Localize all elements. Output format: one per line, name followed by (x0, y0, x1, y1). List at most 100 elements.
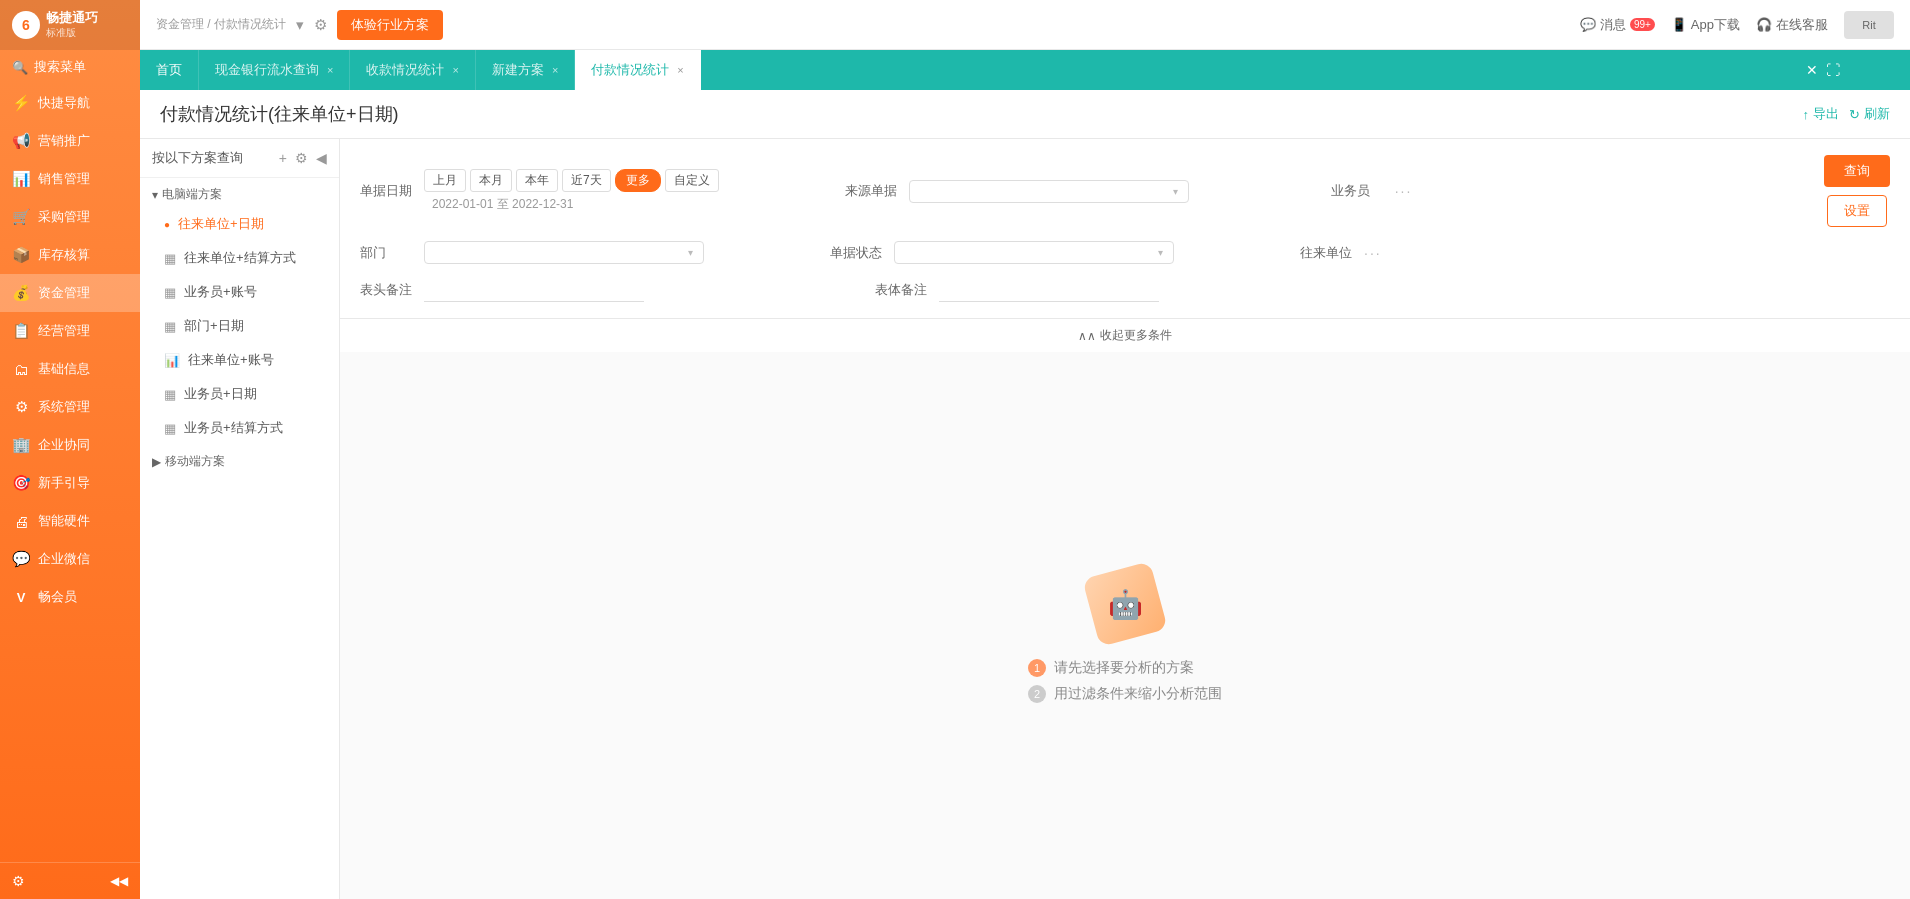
date-btn-this-year[interactable]: 本年 (516, 169, 558, 192)
finance-icon: 💰 (12, 284, 30, 302)
app-download-btn[interactable]: 📱 App下载 (1671, 16, 1740, 34)
filter-date-cell: 单据日期 上月 本月 本年 近7天 更多 自定义 2022-01-01 至 20… (360, 169, 829, 213)
sidebar-logo: 6 畅捷通巧 标准版 (0, 0, 140, 50)
panel-add-btn[interactable]: + (279, 150, 287, 166)
sidebar-footer: ⚙ ◀◀ (0, 862, 140, 899)
plan-icon-5: 📊 (164, 353, 180, 368)
empty-state: 🤖 1 请先选择要分析的方案 2 用过滤条件来缩小分析范围 (340, 352, 1910, 899)
tab-close-bank-flow[interactable]: × (327, 64, 333, 76)
sidebar-item-wechat[interactable]: 💬 企业微信 (0, 540, 140, 578)
sidebar-nav: ⚡ 快捷导航 📢 营销推广 📊 销售管理 🛒 采购管理 📦 库存核算 💰 资金管… (0, 84, 140, 862)
empty-hint-1: 1 请先选择要分析的方案 (1028, 659, 1222, 677)
sidebar-item-quick-nav[interactable]: ⚡ 快捷导航 (0, 84, 140, 122)
date-btn-more[interactable]: 更多 (615, 169, 661, 192)
sidebar-item-operation[interactable]: 📋 经营管理 (0, 312, 140, 350)
tab-home[interactable]: 首页 (140, 50, 199, 90)
sidebar-search[interactable]: 🔍 搜索菜单 (0, 50, 140, 84)
sidebar-item-marketing[interactable]: 📢 营销推广 (0, 122, 140, 160)
sidebar-item-sales[interactable]: 📊 销售管理 (0, 160, 140, 198)
sidebar-item-base-info[interactable]: 🗂 基础信息 (0, 350, 140, 388)
base-info-icon: 🗂 (12, 361, 30, 378)
filter-row-3: 表头备注 表体备注 (360, 278, 1890, 302)
status-label: 单据状态 (830, 244, 886, 262)
staff-select-btn[interactable]: ··· (1395, 183, 1413, 199)
app-subtitle: 标准版 (46, 26, 98, 40)
plan-icon-3: ▦ (164, 285, 176, 300)
operation-icon: 📋 (12, 322, 30, 340)
plan-item-staff-date[interactable]: ▦ 业务员+日期 (140, 377, 339, 411)
guide-icon: 🎯 (12, 474, 30, 492)
active-plan-icon: ● (164, 219, 170, 230)
sidebar-item-vip[interactable]: V 畅会员 (0, 578, 140, 616)
status-select[interactable]: ▾ (894, 241, 1174, 264)
panel-settings-btn[interactable]: ⚙ (295, 150, 308, 166)
message-icon: 💬 (1580, 17, 1596, 32)
page-title: 付款情况统计(往来单位+日期) (160, 102, 399, 126)
source-label: 来源单据 (845, 182, 901, 200)
panel-collapse-btn[interactable]: ◀ (316, 150, 327, 166)
setting-button[interactable]: 设置 (1827, 195, 1887, 227)
plan-item-staff-payment[interactable]: ▦ 业务员+结算方式 (140, 411, 339, 445)
collapse-filter-btn[interactable]: ∧∧ 收起更多条件 (340, 319, 1910, 352)
topbar-settings-icon[interactable]: ▾ (296, 16, 304, 34)
user-avatar[interactable]: Rit (1844, 11, 1894, 39)
sidebar-footer-settings[interactable]: ⚙ (12, 873, 25, 889)
tab-expand-btn[interactable]: ⛶ (1826, 62, 1840, 78)
main-area: 资金管理 / 付款情况统计 ▾ ⚙ 体验行业方案 💬 消息 99+ 📱 App下… (140, 0, 1910, 899)
filter-row-1: 单据日期 上月 本月 本年 近7天 更多 自定义 2022-01-01 至 20… (360, 155, 1890, 227)
header-note-input[interactable] (424, 278, 644, 302)
purchase-icon: 🛒 (12, 208, 30, 226)
marketing-icon: 📢 (12, 132, 30, 150)
content-area: 按以下方案查询 + ⚙ ◀ ▾ 电脑端方案 ● 往来单位+日期 (140, 139, 1910, 899)
sidebar-item-purchase[interactable]: 🛒 采购管理 (0, 198, 140, 236)
plan-item-unit-payment[interactable]: ▦ 往来单位+结算方式 (140, 241, 339, 275)
customer-service-btn[interactable]: 🎧 在线客服 (1756, 16, 1828, 34)
sidebar-item-finance[interactable]: 💰 资金管理 (0, 274, 140, 312)
sidebar-item-guide[interactable]: 🎯 新手引导 (0, 464, 140, 502)
plan-item-dept-date[interactable]: ▦ 部门+日期 (140, 309, 339, 343)
dept-select[interactable]: ▾ (424, 241, 704, 264)
refresh-button[interactable]: ↻ 刷新 (1849, 105, 1890, 123)
tab-payment-stat[interactable]: 付款情况统计 × (575, 50, 700, 90)
query-button[interactable]: 查询 (1824, 155, 1890, 187)
plan-icon-6: ▦ (164, 387, 176, 402)
source-select[interactable]: ▾ (909, 180, 1189, 203)
staff-label: 业务员 (1331, 182, 1387, 200)
sidebar-item-inventory[interactable]: 📦 库存核算 (0, 236, 140, 274)
filter-row-2: 部门 ▾ 单据状态 ▾ (360, 241, 1890, 264)
tab-close-new-plan[interactable]: × (552, 64, 558, 76)
date-btn-last-7[interactable]: 近7天 (562, 169, 611, 192)
tab-close-all-btn[interactable]: ✕ (1806, 62, 1818, 78)
plan-item-staff-account[interactable]: ▦ 业务员+账号 (140, 275, 339, 309)
sidebar-item-hardware[interactable]: 🖨 智能硬件 (0, 502, 140, 540)
inventory-icon: 📦 (12, 246, 30, 264)
tab-new-plan[interactable]: 新建方案 × (476, 50, 575, 90)
desktop-section-header[interactable]: ▾ 电脑端方案 (140, 178, 339, 207)
trial-button[interactable]: 体验行业方案 (337, 10, 443, 40)
plan-icon-7: ▦ (164, 421, 176, 436)
date-btn-custom[interactable]: 自定义 (665, 169, 719, 192)
tab-bank-flow[interactable]: 现金银行流水查询 × (199, 50, 350, 90)
dept-label: 部门 (360, 244, 416, 262)
topbar-gear-icon[interactable]: ⚙ (314, 16, 327, 34)
plan-item-unit-date[interactable]: ● 往来单位+日期 (140, 207, 339, 241)
partner-select-btn[interactable]: ··· (1364, 245, 1382, 261)
sidebar-item-enterprise[interactable]: 🏢 企业协同 (0, 426, 140, 464)
tab-close-payment-stat[interactable]: × (677, 64, 683, 76)
hardware-icon: 🖨 (12, 513, 30, 530)
plan-item-unit-account[interactable]: 📊 往来单位+账号 (140, 343, 339, 377)
header-note-label: 表头备注 (360, 281, 416, 299)
panel-toolbar: 按以下方案查询 + ⚙ ◀ (140, 139, 339, 178)
sidebar-item-system[interactable]: ⚙ 系统管理 (0, 388, 140, 426)
message-btn[interactable]: 💬 消息 99+ (1580, 16, 1655, 34)
date-btn-last-month[interactable]: 上月 (424, 169, 466, 192)
date-btn-this-month[interactable]: 本月 (470, 169, 512, 192)
wechat-icon: 💬 (12, 550, 30, 568)
export-button[interactable]: ↑ 导出 (1803, 105, 1840, 123)
body-note-input[interactable] (939, 278, 1159, 302)
mobile-section-header[interactable]: ▶ 移动端方案 (140, 445, 339, 474)
tab-receivable[interactable]: 收款情况统计 × (350, 50, 475, 90)
tab-close-receivable[interactable]: × (452, 64, 458, 76)
sidebar-collapse-btn[interactable]: ◀◀ (110, 874, 128, 888)
enterprise-icon: 🏢 (12, 436, 30, 454)
